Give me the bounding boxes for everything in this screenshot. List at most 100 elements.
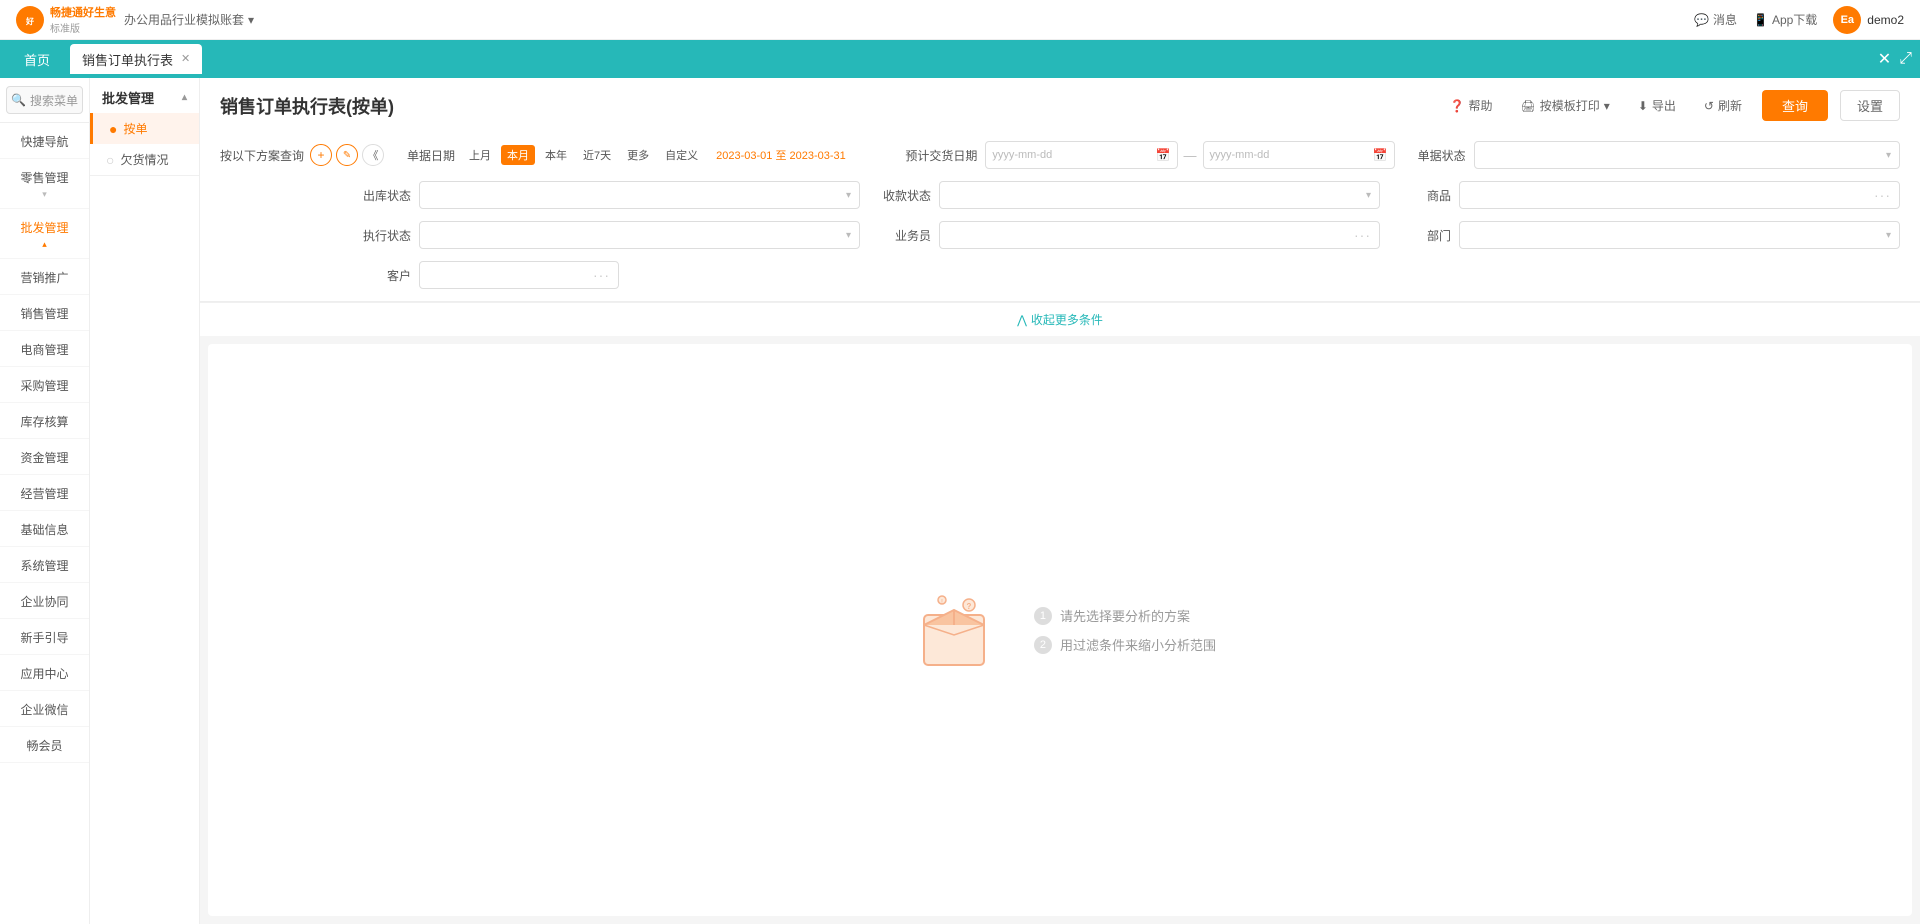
page-actions: ❓ 帮助 🖨 按模板打印 ▾ ⬇ 导出 ↺ 刷新 查询 设置 — [1442, 90, 1900, 121]
help-icon: ❓ — [1450, 99, 1465, 113]
tip-number-1: 1 — [1034, 607, 1052, 625]
sidebar-item-retail[interactable]: 零售管理 ▾ — [0, 159, 89, 209]
filter-exec-status-field: 执行状态 ▾ — [356, 221, 860, 249]
tab-home[interactable]: 首页 — [8, 44, 66, 74]
add-scheme-button[interactable]: + — [310, 144, 332, 166]
sidebar-item-cooperation[interactable]: 企业协同 — [0, 583, 89, 619]
collapse-scheme-button[interactable]: 《 — [362, 144, 384, 166]
expected-delivery-label: 预计交货日期 — [905, 147, 977, 164]
filter-row-2: 出库状态 ▾ 收款状态 ▾ 商品 — [220, 181, 1900, 209]
sidebar-search-area: 🔍 搜索菜单 — [0, 78, 89, 123]
filter-panel: 按以下方案查询 + ✎ 《 单据日期 上月 本月 本年 近7天 更 — [200, 129, 1920, 302]
app-download-button[interactable]: 📱 App下载 — [1753, 11, 1817, 28]
tab-close-icon[interactable]: ✕ — [181, 54, 190, 65]
print-icon: 🖨 — [1521, 99, 1536, 113]
calendar-start-icon: 📅 — [1156, 148, 1171, 162]
date-field-label: 单据日期 — [400, 147, 455, 164]
tab-bar: 首页 销售订单执行表 ✕ ✕ ⤢ — [0, 40, 1920, 78]
print-button[interactable]: 🖨 按模板打印 ▾ — [1513, 93, 1618, 118]
sidebar-item-guide[interactable]: 新手引导 — [0, 619, 89, 655]
settings-button[interactable]: 设置 — [1840, 90, 1900, 121]
expected-date-end-input[interactable]: yyyy-mm-dd 📅 — [1203, 141, 1395, 169]
app-selector[interactable]: 办公用品行业模拟账套 ▾ — [124, 11, 254, 28]
export-icon: ⬇ — [1638, 99, 1648, 113]
filter-doc-status-field: 单据状态 ▾ — [1411, 141, 1900, 169]
customer-label: 客户 — [356, 267, 411, 284]
filter-salesperson-field: 业务员 ··· — [876, 221, 1380, 249]
sidebar-item-member[interactable]: 畅会员 — [0, 727, 89, 763]
sidebar-item-system[interactable]: 系统管理 — [0, 547, 89, 583]
sidebar-item-operation[interactable]: 经营管理 — [0, 475, 89, 511]
stock-status-chevron-icon: ▾ — [846, 190, 851, 201]
query-button[interactable]: 查询 — [1762, 90, 1828, 121]
shortcut-more[interactable]: 更多 — [621, 145, 655, 165]
search-menu-button[interactable]: 🔍 搜索菜单 — [6, 86, 83, 114]
stock-status-select[interactable]: ▾ — [419, 181, 860, 209]
sidebar-item-ecommerce[interactable]: 电商管理 — [0, 331, 89, 367]
salesperson-more-icon[interactable]: ··· — [1354, 227, 1371, 243]
filter-row-1: 按以下方案查询 + ✎ 《 单据日期 上月 本月 本年 近7天 更 — [220, 141, 1900, 169]
sidebar-item-sales[interactable]: 销售管理 — [0, 295, 89, 331]
sidebar-item-shortcuts[interactable]: 快捷导航 — [0, 123, 89, 159]
collapse-bar[interactable]: ⋀ 收起更多条件 — [200, 302, 1920, 336]
refresh-button[interactable]: ↺ 刷新 — [1696, 93, 1750, 118]
maximize-icon[interactable]: ⤢ — [1899, 50, 1912, 68]
shortcut-last-7-days[interactable]: 近7天 — [577, 145, 617, 165]
sidebar: 🔍 搜索菜单 快捷导航 零售管理 ▾ 批发管理 ▴ 营销推广 销售管理 电商管理… — [0, 78, 90, 924]
goods-select[interactable]: ··· — [1459, 181, 1900, 209]
tab-sales-order[interactable]: 销售订单执行表 ✕ — [70, 44, 202, 74]
sidebar-item-wholesale[interactable]: 批发管理 ▴ — [0, 209, 89, 259]
payment-status-select[interactable]: ▾ — [939, 181, 1380, 209]
date-range-display: 2023-03-01 至 2023-03-31 — [716, 147, 846, 163]
filter-goods-field: 商品 ··· — [1396, 181, 1900, 209]
top-header: 好 畅捷通好生意 标准版 办公用品行业模拟账套 ▾ 💬 消息 📱 App下载 E… — [0, 0, 1920, 40]
payment-status-chevron-icon: ▾ — [1366, 190, 1371, 201]
customer-select[interactable]: ··· — [419, 261, 619, 289]
shortcut-custom[interactable]: 自定义 — [659, 145, 704, 165]
salesperson-select[interactable]: ··· — [939, 221, 1380, 249]
shortcut-this-month[interactable]: 本月 — [501, 145, 535, 165]
message-button[interactable]: 💬 消息 — [1694, 11, 1737, 28]
doc-status-select[interactable]: ▾ — [1474, 141, 1900, 169]
user-name: demo2 — [1867, 13, 1904, 27]
expected-date-start-input[interactable]: yyyy-mm-dd 📅 — [985, 141, 1177, 169]
sub-sidebar-item-by-order[interactable]: ● 按单 — [90, 113, 199, 144]
sidebar-item-wechat[interactable]: 企业微信 — [0, 691, 89, 727]
svg-text:?: ? — [967, 602, 972, 611]
content-area: 销售订单执行表(按单) ❓ 帮助 🖨 按模板打印 ▾ ⬇ 导出 ↺ 刷新 — [200, 78, 1920, 924]
export-button[interactable]: ⬇ 导出 — [1630, 93, 1684, 118]
sidebar-item-inventory[interactable]: 库存核算 — [0, 403, 89, 439]
download-icon: 📱 — [1753, 13, 1768, 27]
close-window-icon[interactable]: ✕ — [1878, 49, 1891, 69]
sub-sidebar-header-wholesale[interactable]: 批发管理 ▴ — [90, 78, 199, 113]
edit-scheme-button[interactable]: ✎ — [336, 144, 358, 166]
sidebar-item-apps[interactable]: 应用中心 — [0, 655, 89, 691]
sidebar-item-marketing[interactable]: 营销推广 — [0, 259, 89, 295]
empty-state-content: ? ! 1 请先选择要分析的方案 2 用过滤条件来缩小分析范围 — [904, 580, 1216, 680]
sidebar-item-purchase[interactable]: 采购管理 — [0, 367, 89, 403]
filter-row-4: 客户 ··· — [220, 261, 1900, 289]
shortcut-last-month[interactable]: 上月 — [463, 145, 497, 165]
sidebar-item-finance[interactable]: 资金管理 — [0, 439, 89, 475]
dept-select[interactable]: ▾ — [1459, 221, 1900, 249]
empty-illustration: ? ! — [904, 580, 1004, 680]
customer-more-icon[interactable]: ··· — [593, 267, 610, 283]
filter-customer-field: 客户 ··· — [356, 261, 1900, 289]
help-button[interactable]: ❓ 帮助 — [1442, 93, 1501, 118]
svg-text:!: ! — [941, 599, 943, 606]
chevron-down-icon: ▾ — [248, 13, 254, 27]
filter-expected-date-field: 预计交货日期 yyyy-mm-dd 📅 — yyyy-mm-dd 📅 — [905, 141, 1394, 169]
goods-more-icon[interactable]: ··· — [1874, 187, 1891, 203]
header-right: 💬 消息 📱 App下载 Ea demo2 — [1694, 6, 1904, 34]
scheme-actions: + ✎ 《 — [310, 144, 384, 166]
empty-tip-1: 1 请先选择要分析的方案 — [1034, 606, 1216, 625]
user-profile[interactable]: Ea demo2 — [1833, 6, 1904, 34]
sidebar-item-basic[interactable]: 基础信息 — [0, 511, 89, 547]
shortcut-this-year[interactable]: 本年 — [539, 145, 573, 165]
filter-stock-status-field: 出库状态 ▾ — [356, 181, 860, 209]
collapse-up-icon: ⋀ — [1017, 313, 1027, 327]
sub-sidebar-item-backorder[interactable]: ○ 欠货情况 — [90, 144, 199, 175]
exec-status-select[interactable]: ▾ — [419, 221, 860, 249]
doc-status-chevron-icon: ▾ — [1886, 150, 1891, 161]
logo-text: 畅捷通好生意 标准版 — [50, 4, 116, 35]
